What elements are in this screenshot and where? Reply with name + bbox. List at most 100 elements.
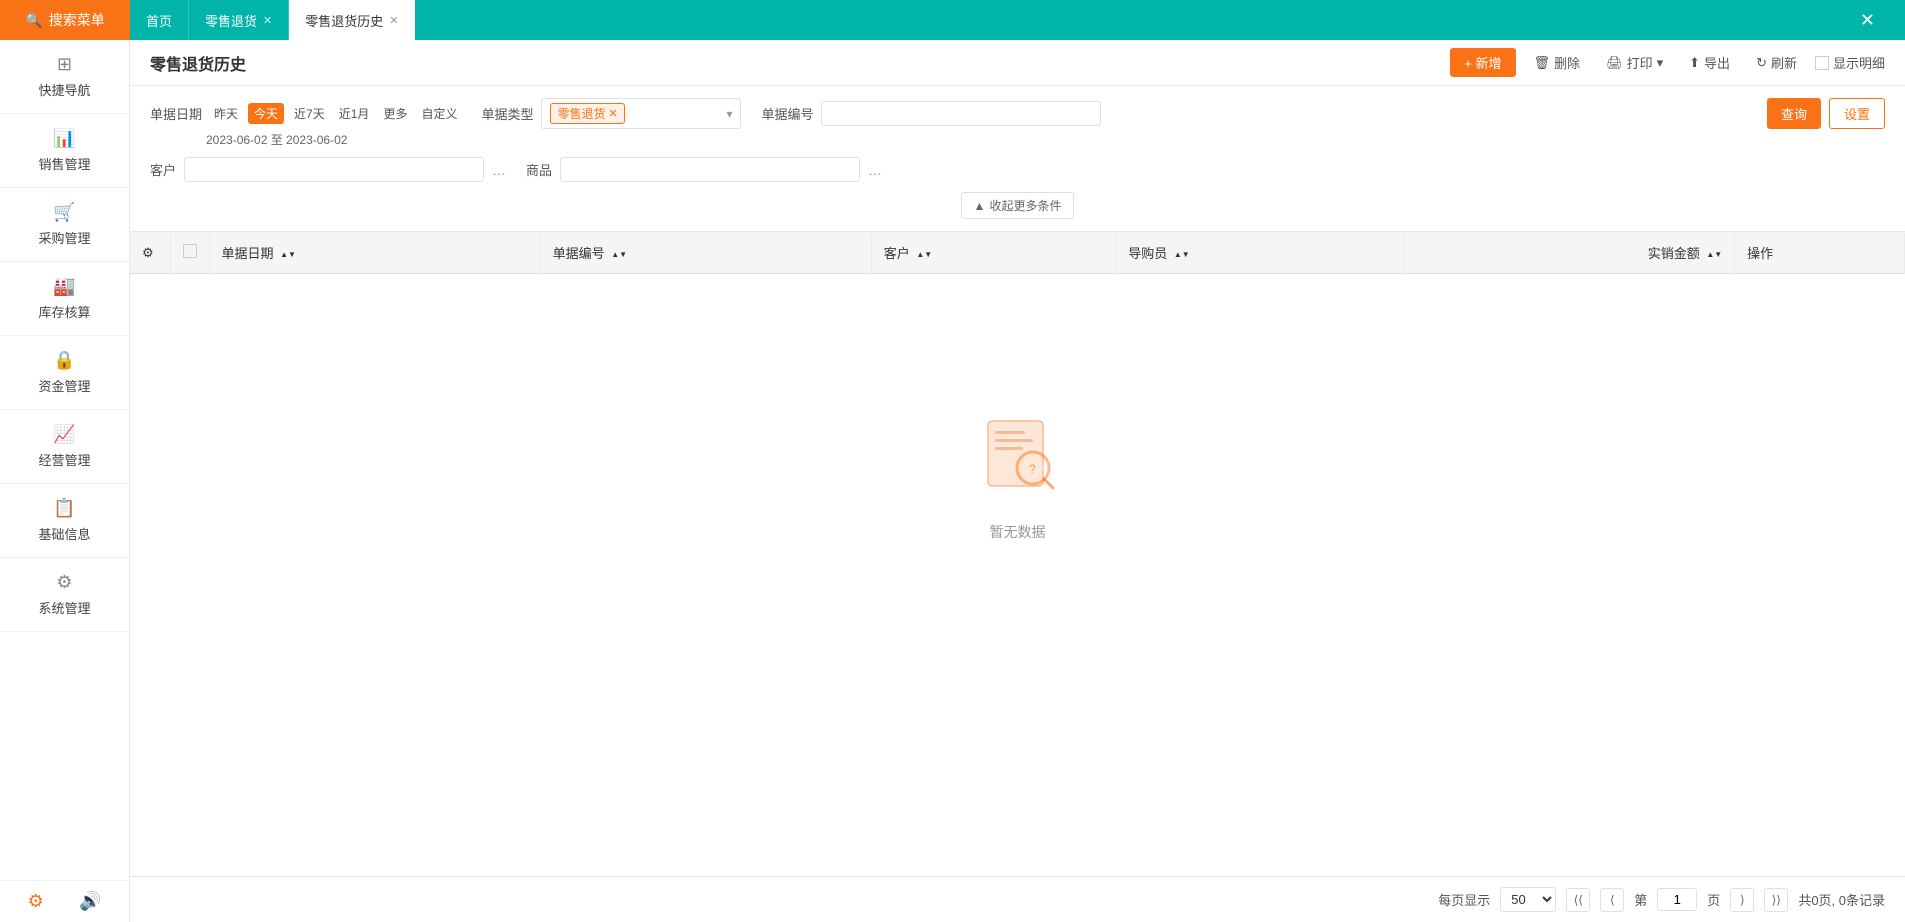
customer-more-icon[interactable]: …: [492, 162, 506, 178]
th-action: 操作: [1735, 233, 1905, 273]
filter-area: 单据日期 昨天 今天 近7天 近1月 更多 自定义 单据类型: [130, 86, 1905, 232]
sidebar-item-business-mgmt[interactable]: 📈 经营管理: [0, 410, 129, 484]
refresh-icon: ↻: [1756, 55, 1767, 71]
sidebar-item-basic-info[interactable]: 📋 基础信息: [0, 484, 129, 558]
collapse-up-icon: ▲: [974, 199, 986, 213]
page-header: 零售退货历史 + 新增 🗑 删除 🖨 打印 ▾ ⬆ 导出 ↻: [130, 40, 1905, 86]
sidebar-volume-icon[interactable]: 🔊: [79, 891, 101, 912]
tab-close-retail-return[interactable]: ✕: [263, 14, 272, 27]
sidebar-icon-sales-mgmt: 📊: [53, 128, 75, 149]
filter-row-1: 单据日期 昨天 今天 近7天 近1月 更多 自定义 单据类型: [150, 98, 1885, 129]
prev-page-button[interactable]: ⟨: [1600, 888, 1624, 912]
sidebar-label-purchase-mgmt: 采购管理: [38, 228, 90, 247]
doc-type-select[interactable]: 零售退货 ✕ ▾: [541, 98, 741, 129]
export-button[interactable]: ⬆ 导出: [1681, 49, 1738, 76]
doc-type-dropdown-icon: ▾: [726, 107, 732, 121]
last-page-button[interactable]: ⟩⟩: [1764, 888, 1788, 912]
th-number[interactable]: 单据编号 ▲▼: [540, 233, 871, 273]
doc-type-remove[interactable]: ✕: [608, 107, 617, 120]
th-guide[interactable]: 导购员 ▲▼: [1116, 233, 1404, 273]
tab-retail-return[interactable]: 零售退货✕: [189, 0, 289, 40]
sidebar-bottom: ⚙ 🔊: [0, 880, 129, 922]
th-customer[interactable]: 客户 ▲▼: [871, 233, 1116, 273]
page-label: 第: [1634, 890, 1647, 909]
shortcut-7days[interactable]: 近7天: [290, 103, 329, 124]
sidebar-settings-icon[interactable]: ⚙: [28, 891, 44, 912]
sidebar-icon-system-mgmt: ⚙: [56, 572, 72, 593]
show-detail-toggle[interactable]: 显示明细: [1815, 53, 1885, 72]
delete-button[interactable]: 🗑 删除: [1526, 49, 1589, 76]
doc-type-label: 单据类型: [481, 104, 533, 123]
shortcut-1month[interactable]: 近1月: [335, 103, 374, 124]
shortcut-custom[interactable]: 自定义: [417, 103, 461, 124]
sidebar-item-system-mgmt[interactable]: ⚙系统管理: [0, 558, 129, 632]
doc-number-input[interactable]: [821, 101, 1101, 126]
sort-number-icon: ▲▼: [611, 250, 627, 259]
collapse-button[interactable]: ▲ 收起更多条件: [961, 192, 1075, 219]
shortcut-more[interactable]: 更多: [379, 103, 411, 124]
page-input[interactable]: [1657, 888, 1697, 911]
sidebar-item-sales-mgmt[interactable]: 📊 销售管理: [0, 114, 129, 188]
refresh-button[interactable]: ↻ 刷新: [1748, 49, 1805, 76]
th-amount[interactable]: 实销金额 ▲▼: [1404, 233, 1735, 273]
date-filter-label: 单据日期: [150, 104, 202, 123]
filter-row-2: 客户 … 商品 …: [150, 157, 1885, 182]
sidebar-item-finance[interactable]: 🔒资金管理: [0, 336, 129, 410]
print-dropdown-icon: ▾: [1657, 55, 1664, 71]
sidebar-icon-inventory: 🏭: [53, 276, 75, 297]
sort-date-icon: ▲▼: [280, 250, 296, 259]
customer-label: 客户: [150, 160, 176, 179]
sidebar-label-basic-info: 基础信息: [38, 524, 90, 543]
table-area: ⚙ 单据日期 ▲▼ 单据编号 ▲▼ 客户: [130, 233, 1905, 876]
sidebar: ⊞快捷导航 📊 销售管理 🛒 采购管理 🏭库存核算🔒资金管理 📈 经营管理 📋 基础信息 ⚙系统管理…: [0, 40, 130, 922]
sidebar-icon-basic-info: 📋: [53, 498, 75, 519]
first-page-button[interactable]: ⟨⟨: [1566, 888, 1590, 912]
th-settings[interactable]: ⚙: [130, 233, 170, 273]
table-footer: 每页显示 50 10 20 100 ⟨⟨ ⟨ 第 页 ⟩ ⟩⟩ 共0页, 0条记…: [130, 876, 1905, 922]
sidebar-item-quick-nav[interactable]: ⊞快捷导航: [0, 40, 129, 114]
sidebar-label-sales-mgmt: 销售管理: [38, 154, 90, 173]
sidebar-icon-business-mgmt: 📈: [53, 424, 75, 445]
delete-icon: 🗑: [1534, 55, 1551, 71]
th-date[interactable]: 单据日期 ▲▼: [209, 233, 540, 273]
goods-more-icon[interactable]: …: [868, 162, 882, 178]
date-filter-group: 单据日期 昨天 今天 近7天 近1月 更多 自定义: [150, 103, 461, 124]
empty-text: 暂无数据: [990, 522, 1046, 542]
print-button[interactable]: 🖨 打印 ▾: [1598, 49, 1671, 76]
tab-home[interactable]: 首页: [130, 0, 189, 40]
tab-retail-return-history[interactable]: 零售退货历史✕: [289, 0, 415, 40]
tab-close-retail-return-history[interactable]: ✕: [389, 14, 398, 27]
window-close-button[interactable]: ✕: [1850, 10, 1885, 31]
goods-label: 商品: [526, 160, 552, 179]
date-shortcuts: 昨天 今天 近7天 近1月 更多 自定义: [210, 103, 461, 124]
shortcut-yesterday[interactable]: 昨天: [210, 103, 242, 124]
doc-type-filter-group: 单据类型 零售退货 ✕ ▾: [481, 98, 741, 129]
th-checkbox[interactable]: [170, 233, 209, 273]
date-range-display: 2023-06-02 至 2023-06-02: [206, 133, 347, 147]
page-title: 零售退货历史: [150, 51, 246, 75]
per-page-select[interactable]: 50 10 20 100: [1500, 887, 1556, 912]
sidebar-label-business-mgmt: 经营管理: [38, 450, 90, 469]
show-detail-checkbox[interactable]: [1815, 56, 1829, 70]
sort-amount-icon: ▲▼: [1706, 250, 1722, 259]
new-button[interactable]: + 新增: [1450, 48, 1515, 77]
print-icon: 🖨: [1606, 55, 1623, 71]
sidebar-icon-finance: 🔒: [53, 350, 75, 371]
empty-state: ? 暂无数据: [130, 274, 1905, 674]
search-bar[interactable]: 🔍 搜索菜单: [0, 0, 130, 40]
main-layout: ⊞快捷导航 📊 销售管理 🛒 采购管理 🏭库存核算🔒资金管理 📈 经营管理 📋 基础信息 ⚙系统管理…: [0, 40, 1905, 922]
doc-number-filter-group: 单据编号: [761, 101, 1101, 126]
doc-number-label: 单据编号: [761, 104, 813, 123]
goods-input[interactable]: [560, 157, 860, 182]
customer-input[interactable]: [184, 157, 484, 182]
sidebar-item-inventory[interactable]: 🏭库存核算: [0, 262, 129, 336]
search-label: 搜索菜单: [49, 10, 105, 30]
query-button[interactable]: 查询: [1767, 98, 1821, 129]
sidebar-icon-purchase-mgmt: 🛒: [53, 202, 75, 223]
sidebar-item-purchase-mgmt[interactable]: 🛒 采购管理: [0, 188, 129, 262]
shortcut-today[interactable]: 今天: [248, 103, 284, 124]
customer-filter-group: 客户 …: [150, 157, 506, 182]
sidebar-label-quick-nav: 快捷导航: [38, 80, 90, 99]
settings-button[interactable]: 设置: [1829, 98, 1885, 129]
next-page-button[interactable]: ⟩: [1730, 888, 1754, 912]
